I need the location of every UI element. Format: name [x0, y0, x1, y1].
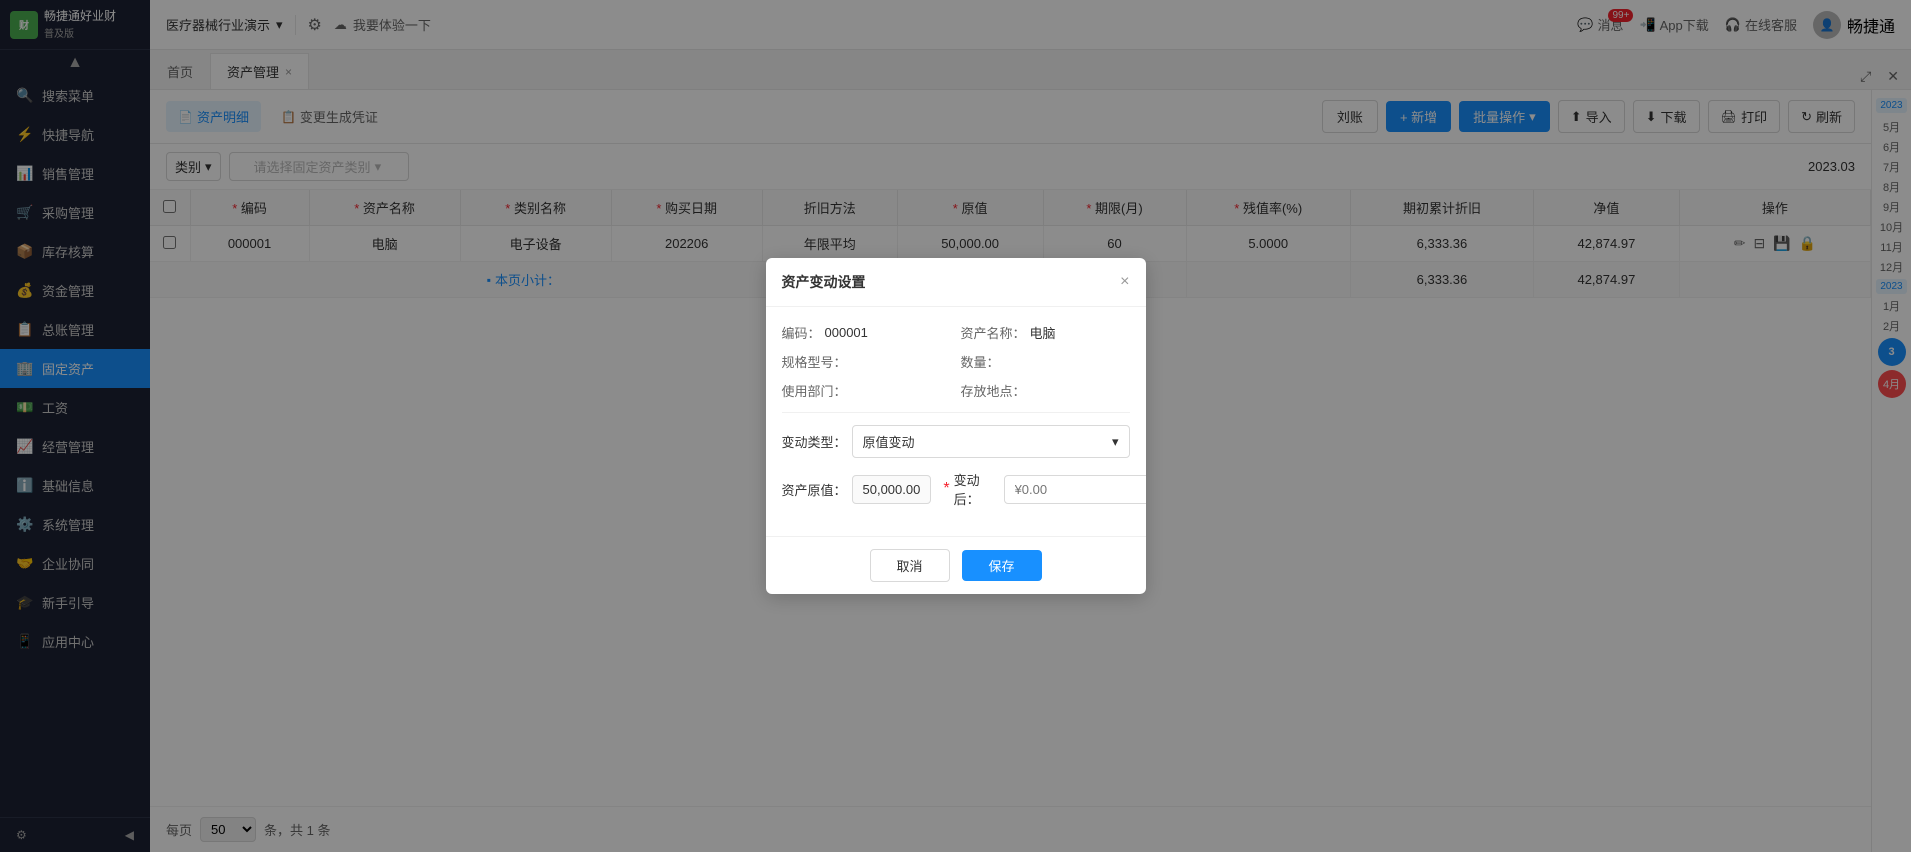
- modal-body: 编码： 000001 资产名称： 电脑 规格型号： 数量： 使用部门：: [766, 307, 1146, 536]
- after-label: 变动后：: [954, 470, 1004, 508]
- modal-code-item: 编码： 000001: [782, 323, 951, 342]
- modal-header: 资产变动设置 ×: [766, 258, 1146, 307]
- save-button[interactable]: 保存: [962, 550, 1042, 581]
- modal-spec-item: 规格型号：: [782, 352, 951, 371]
- modal-name-item: 资产名称： 电脑: [961, 323, 1130, 342]
- asset-value-row: 资产原值： 50,000.00 * 变动后：: [782, 470, 1130, 508]
- change-type-chevron-icon: ▾: [1112, 434, 1119, 450]
- asset-value-field: 50,000.00: [852, 475, 932, 504]
- modal-footer: 取消 保存: [766, 536, 1146, 594]
- asset-change-modal: 资产变动设置 × 编码： 000001 资产名称： 电脑 规格型号： 数: [766, 258, 1146, 594]
- change-type-select[interactable]: 原值变动 ▾: [852, 425, 1130, 458]
- modal-title: 资产变动设置: [782, 272, 866, 292]
- modal-code-value: 000001: [825, 325, 868, 340]
- change-type-label: 变动类型：: [782, 432, 852, 451]
- required-star: *: [943, 480, 949, 498]
- modal-close-btn[interactable]: ×: [1120, 273, 1129, 291]
- asset-value-label: 资产原值：: [782, 480, 852, 499]
- modal-dept-item: 使用部门：: [782, 381, 951, 400]
- modal-divider: [782, 412, 1130, 413]
- change-type-value: 原值变动: [863, 432, 915, 451]
- modal-quantity-item: 数量：: [961, 352, 1130, 371]
- modal-name-value: 电脑: [1030, 323, 1056, 342]
- cancel-button[interactable]: 取消: [870, 549, 950, 582]
- change-type-row: 变动类型： 原值变动 ▾: [782, 425, 1130, 458]
- after-value-input[interactable]: [1004, 475, 1146, 504]
- modal-info-grid: 编码： 000001 资产名称： 电脑 规格型号： 数量： 使用部门：: [782, 323, 1130, 400]
- modal-location-item: 存放地点：: [961, 381, 1130, 400]
- modal-overlay: 资产变动设置 × 编码： 000001 资产名称： 电脑 规格型号： 数: [0, 0, 1911, 852]
